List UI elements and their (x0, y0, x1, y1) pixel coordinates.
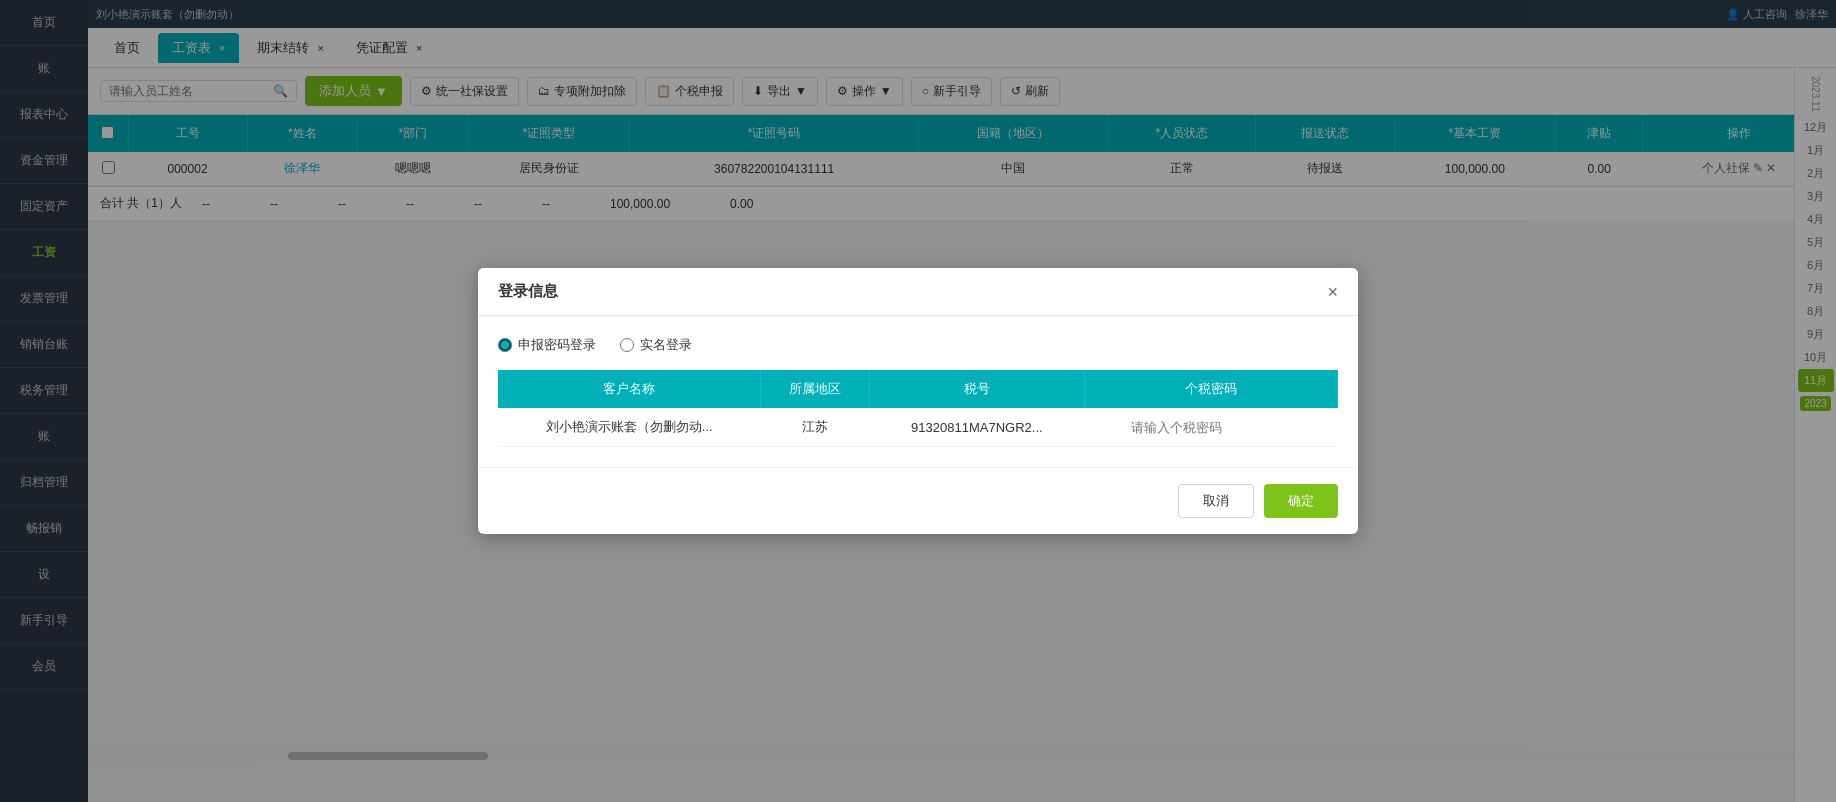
login-info-modal: 登录信息 × 申报密码登录 实名登录 客户名称 所属地区 (478, 268, 1358, 534)
radio-password-label: 申报密码登录 (518, 336, 596, 354)
modal-region: 江苏 (760, 408, 869, 447)
modal-col-region: 所属地区 (760, 370, 869, 408)
radio-realname-login[interactable]: 实名登录 (620, 336, 692, 354)
modal-client-name: 刘小艳演示账套（勿删勿动... (498, 408, 760, 447)
modal-overlay: 登录信息 × 申报密码登录 实名登录 客户名称 所属地区 (0, 0, 1836, 802)
modal-footer: 取消 确定 (478, 467, 1358, 534)
modal-table: 客户名称 所属地区 税号 个税密码 刘小艳演示账套（勿删勿动... 江苏 913… (498, 370, 1338, 447)
modal-tax-password-input[interactable] (1131, 420, 1291, 435)
modal-table-row: 刘小艳演示账套（勿删勿动... 江苏 91320811MA7NGR2... (498, 408, 1338, 447)
modal-close-button[interactable]: × (1327, 283, 1338, 301)
modal-title: 登录信息 (498, 282, 558, 301)
modal-col-tax-pwd: 个税密码 (1084, 370, 1337, 408)
modal-col-tax-no: 税号 (869, 370, 1084, 408)
confirm-button[interactable]: 确定 (1264, 484, 1338, 518)
modal-tax-password-cell[interactable] (1084, 408, 1337, 447)
modal-tax-no: 91320811MA7NGR2... (869, 408, 1084, 447)
radio-realname-input[interactable] (620, 338, 634, 352)
radio-password-input[interactable] (498, 338, 512, 352)
cancel-button[interactable]: 取消 (1178, 484, 1254, 518)
modal-col-client: 客户名称 (498, 370, 760, 408)
radio-group: 申报密码登录 实名登录 (498, 336, 1338, 354)
radio-realname-label: 实名登录 (640, 336, 692, 354)
modal-body: 申报密码登录 实名登录 客户名称 所属地区 税号 个税密码 (478, 316, 1358, 467)
radio-password-login[interactable]: 申报密码登录 (498, 336, 596, 354)
modal-header: 登录信息 × (478, 268, 1358, 316)
